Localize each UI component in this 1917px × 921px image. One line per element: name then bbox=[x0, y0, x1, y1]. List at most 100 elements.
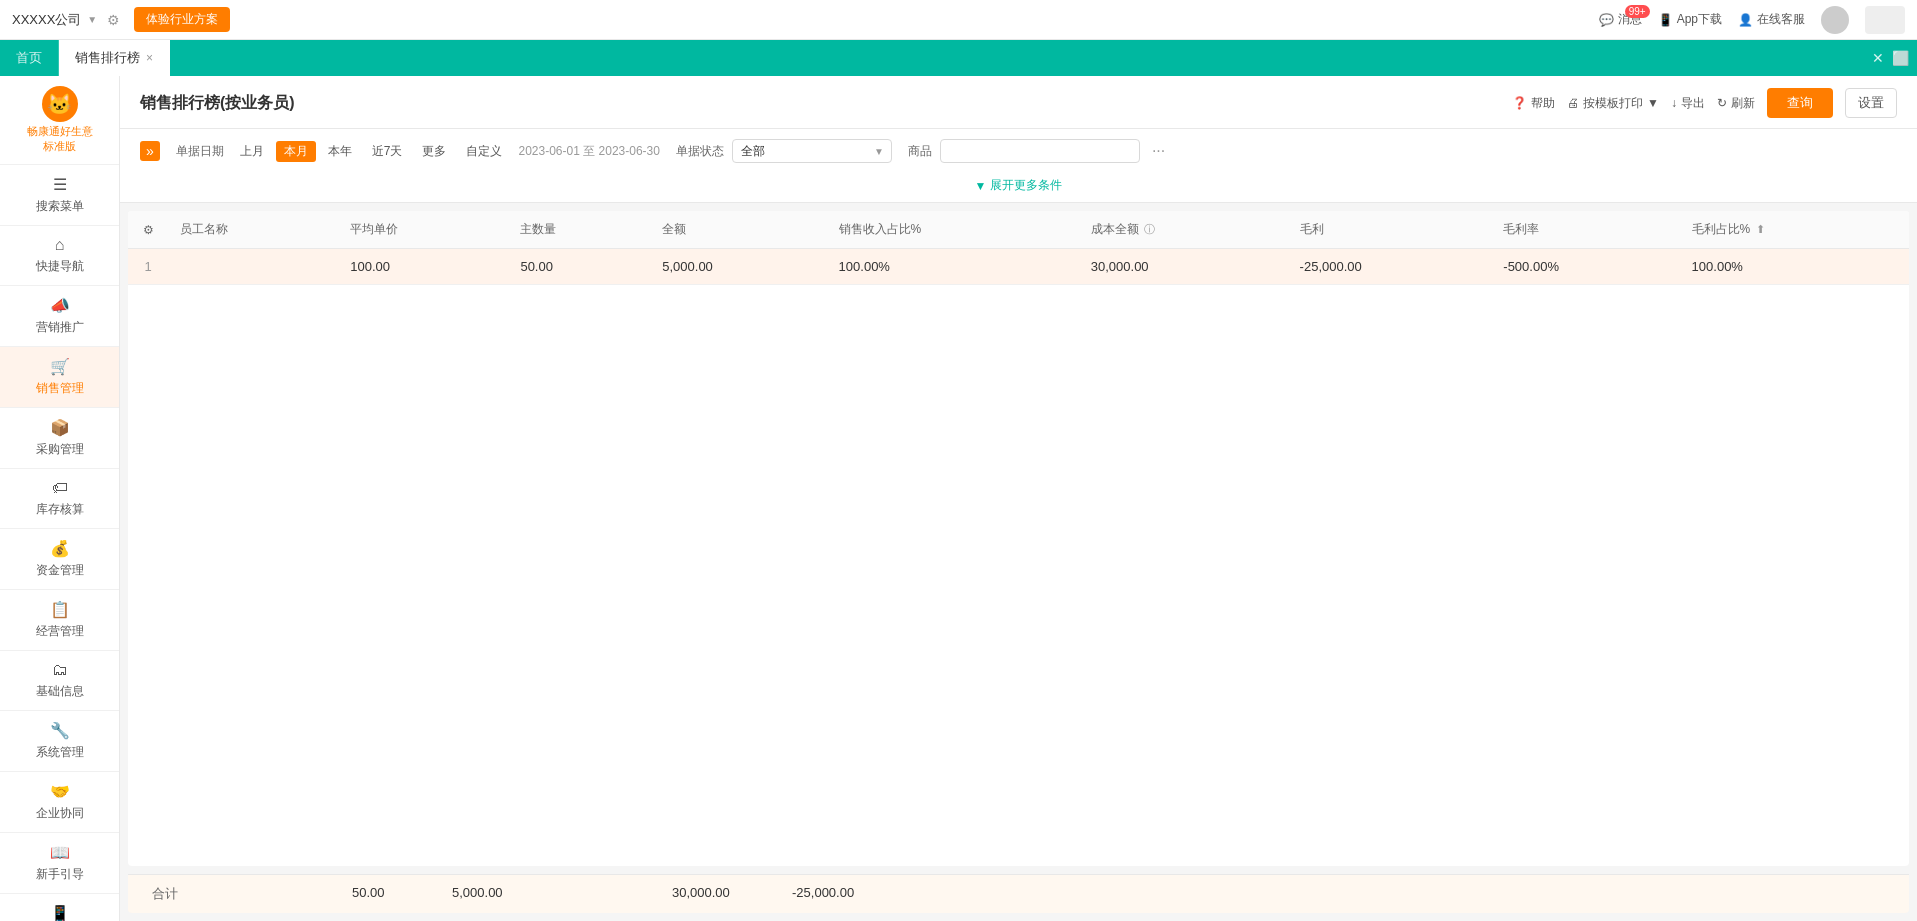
cell-name bbox=[168, 249, 338, 285]
tab-home-label: 首页 bbox=[16, 49, 42, 67]
status-filter-group: 单据状态 全部 待审核 已审核 已作废 ▼ bbox=[676, 139, 892, 163]
app-download-label: App下载 bbox=[1677, 11, 1722, 28]
expand-more-label: 展开更多条件 bbox=[990, 177, 1062, 194]
sidebar-item-system[interactable]: 🔧 系统管理 bbox=[0, 711, 119, 772]
nav-tab-controls: ✕ ⬜ bbox=[1864, 40, 1917, 76]
company-settings-icon[interactable]: ⚙ bbox=[107, 12, 120, 28]
filter-more-dots[interactable]: ··· bbox=[1148, 142, 1169, 160]
export-icon: ↓ bbox=[1671, 96, 1677, 110]
col-quantity: 主数量 bbox=[508, 211, 650, 249]
online-service-button[interactable]: 👤 在线客服 bbox=[1738, 11, 1805, 28]
col-gross-rate: 毛利率 bbox=[1491, 211, 1679, 249]
logo-icon: 🐱 bbox=[42, 86, 78, 122]
help-label: 帮助 bbox=[1531, 95, 1555, 112]
company-name: XXXXX公司 bbox=[12, 11, 81, 29]
sidebar-logo-text: 畅康通好生意标准版 bbox=[27, 124, 93, 154]
close-window-icon[interactable]: ✕ bbox=[1872, 50, 1884, 66]
goods-select-wrapper bbox=[940, 139, 1140, 163]
date-tab-this-month[interactable]: 本月 bbox=[276, 141, 316, 162]
cost-info-icon[interactable]: ⓘ bbox=[1144, 223, 1155, 235]
company-dropdown-icon[interactable]: ▼ bbox=[87, 14, 97, 25]
cell-gross: -25,000.00 bbox=[1288, 249, 1492, 285]
page-actions: ❓ 帮助 🖨 按模板打印 ▼ ↓ 导出 ↻ bbox=[1512, 88, 1897, 118]
operations-icon: 📋 bbox=[50, 600, 70, 619]
footer-cost: 30,000.00 bbox=[660, 885, 780, 903]
footer-amount: 5,000.00 bbox=[440, 885, 560, 903]
search-menu-icon: ☰ bbox=[53, 175, 67, 194]
expand-icon[interactable]: » bbox=[140, 141, 160, 161]
tab-home[interactable]: 首页 bbox=[0, 40, 59, 76]
system-icon: 🔧 bbox=[50, 721, 70, 740]
footer-spacer bbox=[560, 885, 660, 903]
sidebar-item-basic-info[interactable]: 🗂 基础信息 bbox=[0, 651, 119, 711]
col-settings-icon[interactable]: ⚙ bbox=[143, 223, 154, 237]
expand-toggle[interactable]: » bbox=[140, 141, 160, 161]
message-button[interactable]: 💬 消息 99+ bbox=[1599, 11, 1642, 28]
avatar[interactable] bbox=[1821, 6, 1849, 34]
footer-quantity bbox=[220, 885, 340, 903]
refresh-button[interactable]: ↻ 刷新 bbox=[1717, 95, 1755, 112]
expand-more-button[interactable]: ▼ 展开更多条件 bbox=[975, 177, 1063, 194]
print-dropdown-icon[interactable]: ▼ bbox=[1647, 96, 1659, 110]
help-button[interactable]: ❓ 帮助 bbox=[1512, 95, 1555, 112]
username-area[interactable] bbox=[1865, 6, 1905, 34]
sidebar-item-inventory-label: 库存核算 bbox=[36, 501, 84, 518]
purchase-icon: 📦 bbox=[50, 418, 70, 437]
table-row: 1 100.00 50.00 5,000.00 100.00% 30,000.0… bbox=[128, 249, 1909, 285]
tab-close-icon[interactable]: × bbox=[146, 51, 153, 65]
cell-quantity: 50.00 bbox=[508, 249, 650, 285]
status-select[interactable]: 全部 待审核 已审核 已作废 bbox=[732, 139, 892, 163]
date-filter-group: 单据日期 上月 本月 本年 近7天 更多 自定义 2023-06-01 至 20… bbox=[176, 141, 660, 162]
maximize-window-icon[interactable]: ⬜ bbox=[1892, 50, 1909, 66]
page-header: 销售排行榜(按业务员) ❓ 帮助 🖨 按模板打印 ▼ ↓ bbox=[120, 76, 1917, 129]
data-table-area: ⚙ 员工名称 平均单价 主数量 全额 销售收入占比% 成本全额 ⓘ 毛利 毛利率… bbox=[128, 211, 1909, 866]
goods-filter-label: 商品 bbox=[908, 143, 932, 160]
date-tab-this-year[interactable]: 本年 bbox=[320, 141, 360, 162]
try-industry-button[interactable]: 体验行业方案 bbox=[134, 7, 230, 32]
cell-gross-rate: -500.00% bbox=[1491, 249, 1679, 285]
goods-filter-group: 商品 ··· bbox=[908, 139, 1169, 163]
sidebar: 🐱 畅康通好生意标准版 ☰ 搜索菜单 ⌂ 快捷导航 📣 营销推广 🛒 销售管理 … bbox=[0, 76, 120, 921]
col-settings: ⚙ bbox=[128, 211, 168, 249]
date-tab-last-month[interactable]: 上月 bbox=[232, 141, 272, 162]
template-print-button[interactable]: 🖨 按模板打印 ▼ bbox=[1567, 95, 1659, 112]
message-badge: 99+ bbox=[1625, 5, 1650, 18]
goods-input[interactable] bbox=[940, 139, 1140, 163]
sidebar-item-inventory[interactable]: 🏷 库存核算 bbox=[0, 469, 119, 529]
enterprise-icon: 🤝 bbox=[50, 782, 70, 801]
sidebar-item-guide[interactable]: 📖 新手引导 bbox=[0, 833, 119, 894]
tab-sales-ranking[interactable]: 销售排行榜 × bbox=[59, 40, 170, 76]
sidebar-item-app-center[interactable]: 📱 应用中心 bbox=[0, 894, 119, 921]
sidebar-item-enterprise[interactable]: 🤝 企业协同 bbox=[0, 772, 119, 833]
sidebar-item-purchase[interactable]: 📦 采购管理 bbox=[0, 408, 119, 469]
date-tab-more[interactable]: 更多 bbox=[414, 141, 454, 162]
gross-pct-info-icon[interactable]: ⬆ bbox=[1756, 223, 1765, 235]
cell-rank: 1 bbox=[128, 249, 168, 285]
col-cost: 成本全额 ⓘ bbox=[1079, 211, 1288, 249]
date-tab-custom[interactable]: 自定义 bbox=[458, 141, 510, 162]
sidebar-item-marketing[interactable]: 📣 营销推广 bbox=[0, 286, 119, 347]
funds-icon: 💰 bbox=[50, 539, 70, 558]
col-amount: 全额 bbox=[650, 211, 826, 249]
sidebar-item-purchase-label: 采购管理 bbox=[36, 441, 84, 458]
marketing-icon: 📣 bbox=[50, 296, 70, 315]
export-button[interactable]: ↓ 导出 bbox=[1671, 95, 1705, 112]
settings-button[interactable]: 设置 bbox=[1845, 88, 1897, 118]
sidebar-item-sales-label: 销售管理 bbox=[36, 380, 84, 397]
main-content: 销售排行榜(按业务员) ❓ 帮助 🖨 按模板打印 ▼ ↓ bbox=[120, 76, 1917, 921]
footer-quantity-val: 50.00 bbox=[340, 885, 440, 903]
app-download-button[interactable]: 📱 App下载 bbox=[1658, 11, 1722, 28]
sidebar-item-operations[interactable]: 📋 经营管理 bbox=[0, 590, 119, 651]
sidebar-item-sales[interactable]: 🛒 销售管理 bbox=[0, 347, 119, 408]
app-download-icon: 📱 bbox=[1658, 13, 1673, 27]
date-tab-7days[interactable]: 近7天 bbox=[364, 141, 411, 162]
sidebar-item-search[interactable]: ☰ 搜索菜单 bbox=[0, 165, 119, 226]
sales-icon: 🛒 bbox=[50, 357, 70, 376]
query-button[interactable]: 查询 bbox=[1767, 88, 1833, 118]
col-sales-pct: 销售收入占比% bbox=[827, 211, 1079, 249]
sidebar-logo[interactable]: 🐱 畅康通好生意标准版 bbox=[0, 76, 119, 165]
sidebar-item-funds[interactable]: 💰 资金管理 bbox=[0, 529, 119, 590]
cell-gross-pct: 100.00% bbox=[1680, 249, 1909, 285]
col-gross: 毛利 bbox=[1288, 211, 1492, 249]
sidebar-item-quick-nav[interactable]: ⌂ 快捷导航 bbox=[0, 226, 119, 286]
